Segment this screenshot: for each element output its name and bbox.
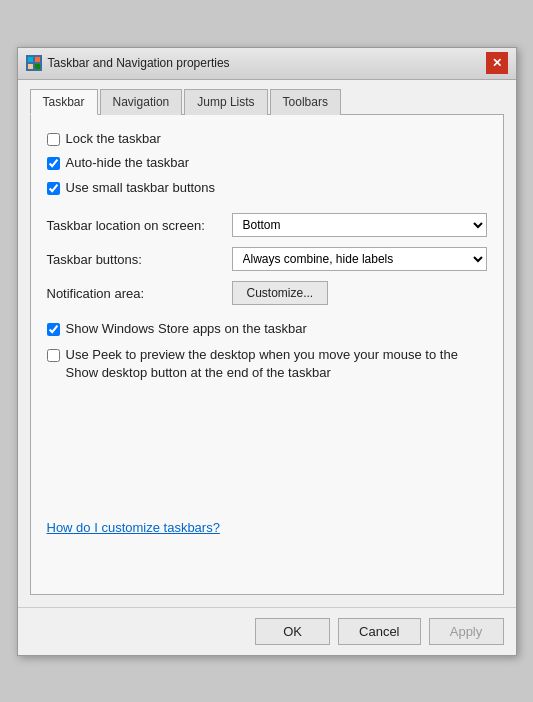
location-control: Bottom Top Left Right bbox=[232, 213, 487, 237]
store-apps-label[interactable]: Show Windows Store apps on the taskbar bbox=[66, 321, 307, 338]
main-window: Taskbar and Navigation properties ✕ Task… bbox=[17, 47, 517, 656]
notification-control: Customize... bbox=[232, 281, 487, 305]
tab-taskbar[interactable]: Taskbar bbox=[30, 89, 98, 115]
tab-navigation[interactable]: Navigation bbox=[100, 89, 183, 115]
apply-button[interactable]: Apply bbox=[429, 618, 504, 645]
tab-bar: Taskbar Navigation Jump Lists Toolbars bbox=[30, 88, 504, 115]
buttons-control: Always combine, hide labels Combine when… bbox=[232, 247, 487, 271]
peek-row: Use Peek to preview the desktop when you… bbox=[47, 346, 487, 382]
svg-rect-0 bbox=[28, 57, 33, 62]
peek-label[interactable]: Use Peek to preview the desktop when you… bbox=[66, 346, 487, 382]
auto-hide-label[interactable]: Auto-hide the taskbar bbox=[66, 155, 190, 172]
close-button[interactable]: ✕ bbox=[486, 52, 508, 74]
svg-rect-1 bbox=[35, 57, 40, 62]
auto-hide-row: Auto-hide the taskbar bbox=[47, 155, 487, 172]
peek-checkbox[interactable] bbox=[47, 349, 60, 362]
notification-row: Notification area: Customize... bbox=[47, 281, 487, 305]
buttons-select[interactable]: Always combine, hide labels Combine when… bbox=[232, 247, 487, 271]
title-bar: Taskbar and Navigation properties ✕ bbox=[18, 48, 516, 80]
cancel-button[interactable]: Cancel bbox=[338, 618, 420, 645]
window-icon bbox=[26, 55, 42, 71]
buttons-label: Taskbar buttons: bbox=[47, 252, 232, 267]
help-link[interactable]: How do I customize taskbars? bbox=[47, 520, 487, 535]
lock-taskbar-row: Lock the taskbar bbox=[47, 131, 487, 148]
bottom-buttons: OK Cancel Apply bbox=[18, 607, 516, 655]
store-apps-checkbox[interactable] bbox=[47, 323, 60, 336]
small-buttons-row: Use small taskbar buttons bbox=[47, 180, 487, 197]
auto-hide-checkbox[interactable] bbox=[47, 157, 60, 170]
svg-rect-2 bbox=[28, 64, 33, 69]
location-row: Taskbar location on screen: Bottom Top L… bbox=[47, 213, 487, 237]
location-label: Taskbar location on screen: bbox=[47, 218, 232, 233]
ok-button[interactable]: OK bbox=[255, 618, 330, 645]
location-select[interactable]: Bottom Top Left Right bbox=[232, 213, 487, 237]
title-bar-left: Taskbar and Navigation properties bbox=[26, 55, 230, 71]
small-buttons-label[interactable]: Use small taskbar buttons bbox=[66, 180, 216, 197]
buttons-row: Taskbar buttons: Always combine, hide la… bbox=[47, 247, 487, 271]
store-apps-row: Show Windows Store apps on the taskbar bbox=[47, 321, 487, 338]
tab-content-taskbar: Lock the taskbar Auto-hide the taskbar U… bbox=[30, 115, 504, 595]
tab-jump-lists[interactable]: Jump Lists bbox=[184, 89, 267, 115]
dialog-content: Taskbar Navigation Jump Lists Toolbars L… bbox=[18, 80, 516, 607]
small-buttons-checkbox[interactable] bbox=[47, 182, 60, 195]
lock-taskbar-checkbox[interactable] bbox=[47, 133, 60, 146]
lock-taskbar-label[interactable]: Lock the taskbar bbox=[66, 131, 161, 148]
svg-rect-3 bbox=[35, 64, 40, 69]
customize-button[interactable]: Customize... bbox=[232, 281, 329, 305]
window-title: Taskbar and Navigation properties bbox=[48, 56, 230, 70]
tab-toolbars[interactable]: Toolbars bbox=[270, 89, 341, 115]
notification-label: Notification area: bbox=[47, 286, 232, 301]
